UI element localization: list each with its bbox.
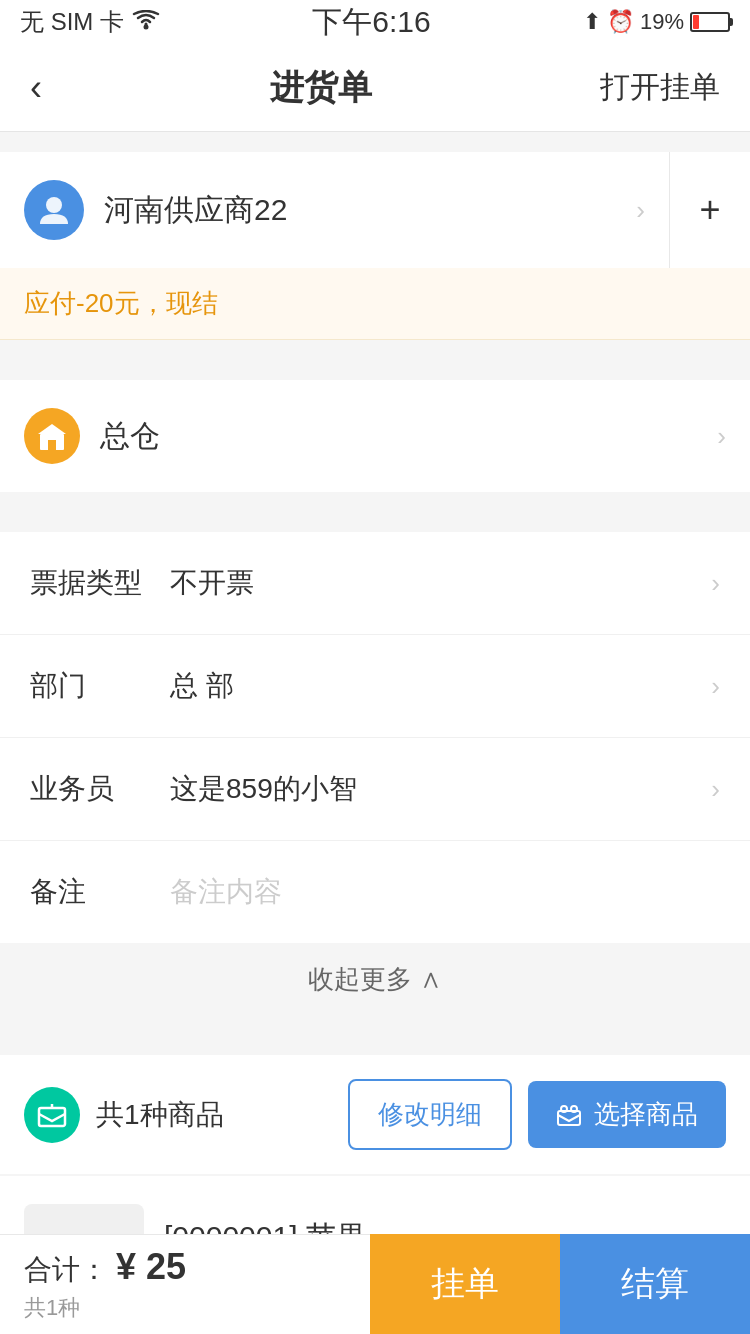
alarm-icon: ⏰	[607, 9, 634, 35]
back-button[interactable]: ‹	[30, 67, 42, 109]
sales-value: 这是859的小智	[150, 770, 711, 808]
product-header-icon	[24, 1087, 80, 1143]
supplier-section: 河南供应商22 › +	[0, 152, 750, 268]
gap1	[0, 132, 750, 152]
status-bar: 无 SIM 卡 下午6:16 ⬆ ⏰ 19%	[0, 0, 750, 44]
sales-chevron-icon: ›	[711, 774, 720, 805]
battery-percent: 19%	[640, 9, 684, 35]
invoice-label: 票据类型	[30, 564, 150, 602]
collapse-label: 收起更多 ∧	[308, 962, 441, 997]
bottom-bar: 合计： ¥ 25 共1种 挂单 结算	[0, 1234, 750, 1334]
warehouse-row[interactable]: 总仓 ›	[0, 380, 750, 492]
remark-input[interactable]: 备注内容	[150, 873, 720, 911]
select-product-label: 选择商品	[594, 1097, 698, 1132]
remark-row[interactable]: 备注 备注内容	[0, 841, 750, 943]
sales-row[interactable]: 业务员 这是859的小智 ›	[0, 738, 750, 841]
product-count: 共1种商品	[96, 1096, 332, 1134]
notice-text: 应付-20元，现结	[24, 288, 218, 318]
invoice-row[interactable]: 票据类型 不开票 ›	[0, 532, 750, 635]
edit-detail-button[interactable]: 修改明细	[348, 1079, 512, 1150]
invoice-chevron-icon: ›	[711, 568, 720, 599]
total-value: ¥ 25	[116, 1246, 186, 1288]
dept-row[interactable]: 部门 总 部 ›	[0, 635, 750, 738]
product-header: 共1种商品 修改明细 选择商品	[0, 1055, 750, 1174]
warehouse-icon	[24, 408, 80, 464]
warehouse-chevron-icon: ›	[717, 421, 726, 452]
gap4	[0, 1015, 750, 1035]
nav-bar: ‹ 进货单 打开挂单	[0, 44, 750, 132]
select-product-button[interactable]: 选择商品	[528, 1081, 726, 1148]
supplier-avatar	[24, 180, 84, 240]
svg-rect-4	[48, 440, 56, 450]
dept-label: 部门	[30, 667, 150, 705]
location-icon: ⬆	[583, 9, 601, 35]
dept-value: 总 部	[150, 667, 711, 705]
svg-point-9	[571, 1106, 577, 1112]
form-section: 票据类型 不开票 › 部门 总 部 › 业务员 这是859的小智 › 备注 备注…	[0, 532, 750, 943]
gap2	[0, 340, 750, 360]
status-time: 下午6:16	[312, 2, 430, 43]
supplier-chevron-icon: ›	[636, 195, 645, 226]
svg-rect-7	[558, 1111, 580, 1125]
wifi-icon	[132, 8, 160, 36]
notice-bar: 应付-20元，现结	[0, 268, 750, 340]
sales-label: 业务员	[30, 770, 150, 808]
status-left: 无 SIM 卡	[20, 6, 160, 38]
invoice-value: 不开票	[150, 564, 711, 602]
bottom-count: 共1种	[24, 1293, 346, 1323]
supplier-name: 河南供应商22	[104, 190, 616, 231]
svg-marker-3	[38, 424, 66, 434]
svg-point-0	[144, 25, 149, 30]
svg-point-1	[46, 197, 62, 213]
battery-icon	[690, 12, 730, 32]
collapse-bar[interactable]: 收起更多 ∧	[0, 943, 750, 1015]
status-right: ⬆ ⏰ 19%	[583, 9, 730, 35]
total-label: 合计：	[24, 1251, 108, 1289]
page-title: 进货单	[270, 65, 372, 111]
settle-button[interactable]: 结算	[560, 1234, 750, 1334]
remark-label: 备注	[30, 873, 150, 911]
open-hang-button[interactable]: 打开挂单	[600, 67, 720, 108]
cart-icon	[556, 1103, 584, 1127]
gap3	[0, 492, 750, 512]
hang-button[interactable]: 挂单	[370, 1234, 560, 1334]
warehouse-name: 总仓	[100, 416, 697, 457]
svg-point-8	[561, 1106, 567, 1112]
add-supplier-button[interactable]: +	[670, 152, 750, 268]
dept-chevron-icon: ›	[711, 671, 720, 702]
bottom-info: 合计： ¥ 25 共1种	[0, 1234, 370, 1334]
carrier-text: 无 SIM 卡	[20, 6, 124, 38]
supplier-row[interactable]: 河南供应商22 ›	[0, 152, 670, 268]
